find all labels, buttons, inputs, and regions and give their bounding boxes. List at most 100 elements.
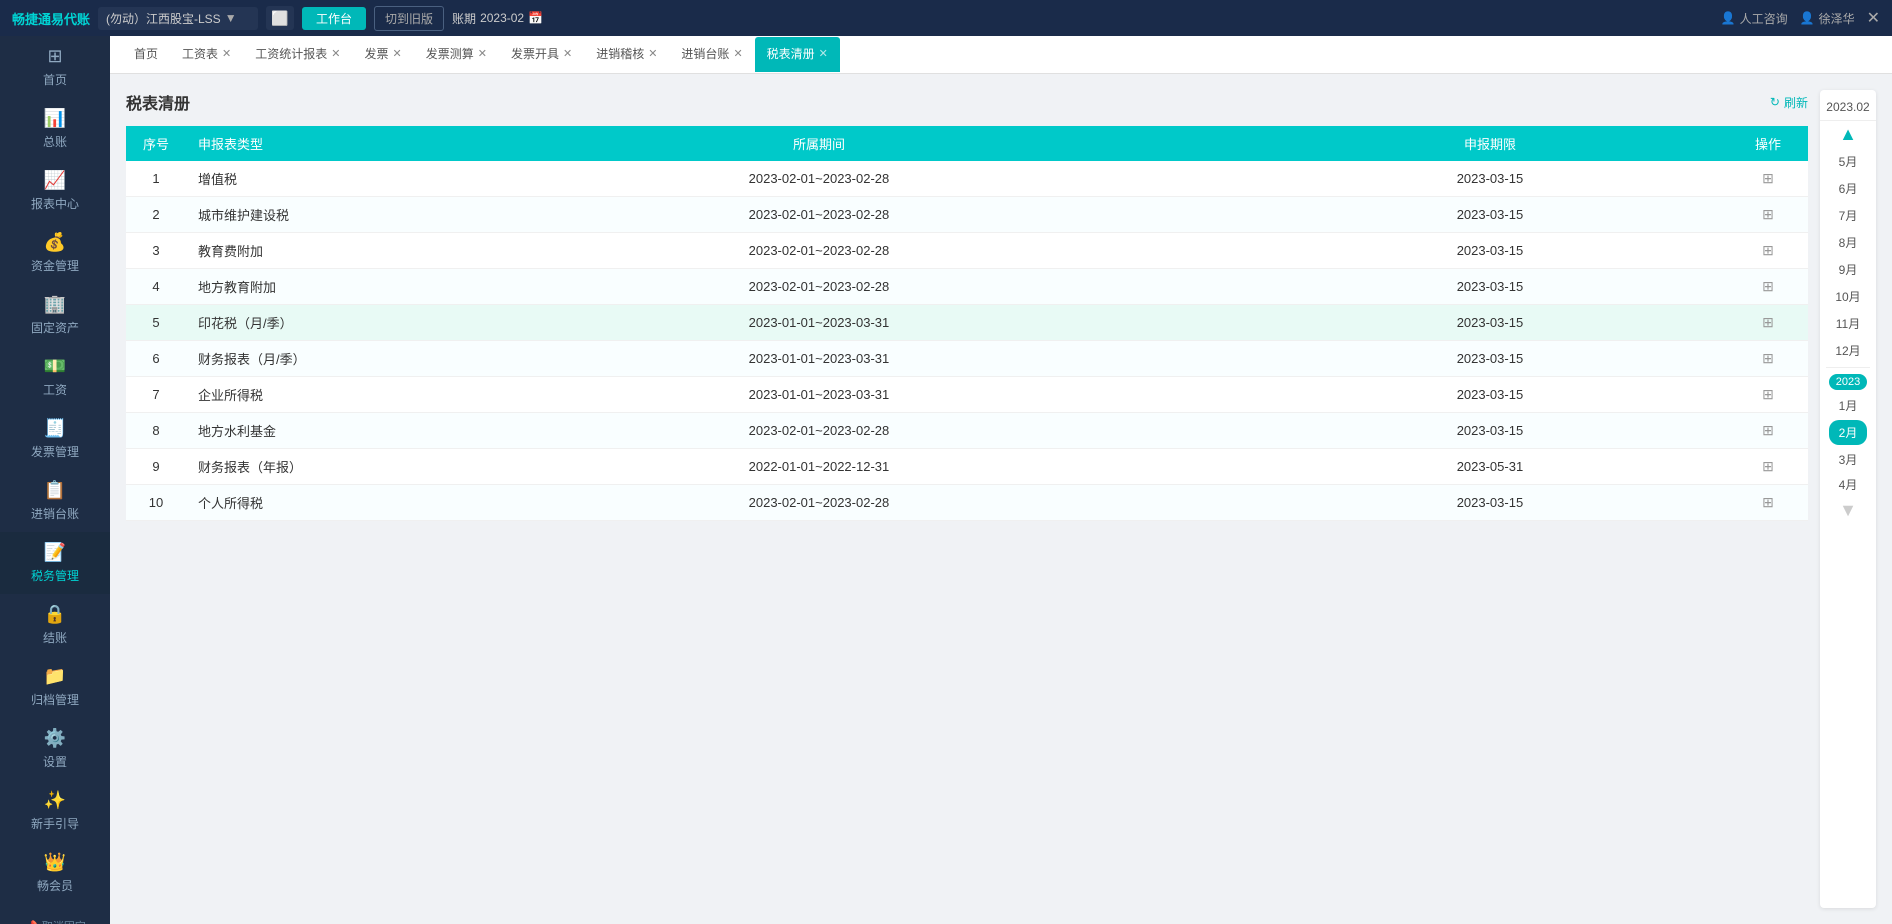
cell-action[interactable]: ⊞: [1728, 449, 1808, 485]
month-feb[interactable]: 2月: [1829, 420, 1867, 445]
workbench-button[interactable]: 工作台: [302, 7, 366, 30]
tab-invoice-open[interactable]: 发票开具 ✕: [499, 37, 584, 72]
cell-action[interactable]: ⊞: [1728, 233, 1808, 269]
month-apr[interactable]: 4月: [1820, 472, 1876, 497]
tab-salary-report[interactable]: 工资统计报表 ✕: [243, 37, 352, 72]
action-icon[interactable]: ⊞: [1762, 458, 1774, 474]
year-2023-label: 2023: [1829, 374, 1867, 390]
tab-home[interactable]: 首页: [122, 37, 170, 72]
action-icon[interactable]: ⊞: [1762, 170, 1774, 186]
action-icon[interactable]: ⊞: [1762, 494, 1774, 510]
month-sep[interactable]: 9月: [1820, 256, 1876, 283]
content-area: 首页 工资表 ✕ 工资统计报表 ✕ 发票 ✕ 发票测算 ✕ 发票开具 ✕: [110, 36, 1892, 924]
tab-purchase-check[interactable]: 进销稽核 ✕: [584, 37, 669, 72]
unpin-button[interactable]: 📌 取消固定: [4, 912, 106, 924]
tab-close-invoice-open[interactable]: ✕: [563, 47, 572, 60]
action-icon[interactable]: ⊞: [1762, 314, 1774, 330]
sidebar-item-vip[interactable]: 👑 畅会员: [0, 842, 110, 904]
user-profile-button[interactable]: 👤 徐泽华: [1800, 10, 1855, 27]
cell-action[interactable]: ⊞: [1728, 305, 1808, 341]
company-selector[interactable]: (勿动）江西股宝-LSS ▼: [98, 7, 258, 30]
sidebar-item-fund[interactable]: 💰 资金管理: [0, 222, 110, 284]
month-jun[interactable]: 6月: [1820, 175, 1876, 202]
table-row: 3教育费附加2023-02-01~2023-02-282023-03-15⊞: [126, 233, 1808, 269]
tab-close-tax-form[interactable]: ✕: [819, 47, 828, 60]
tab-close-purchase-ledger[interactable]: ✕: [733, 47, 742, 60]
tab-close-invoice[interactable]: ✕: [393, 47, 402, 60]
cell-action[interactable]: ⊞: [1728, 485, 1808, 521]
tab-salary-table[interactable]: 工资表 ✕: [170, 37, 243, 72]
month-mar[interactable]: 3月: [1820, 447, 1876, 472]
cell-action[interactable]: ⊞: [1728, 269, 1808, 305]
cell-deadline: 2023-03-15: [1252, 341, 1728, 377]
month-aug[interactable]: 8月: [1820, 229, 1876, 256]
sidebar-item-close[interactable]: 🔒 结账: [0, 594, 110, 656]
action-icon[interactable]: ⊞: [1762, 350, 1774, 366]
sidebar-item-reconcile[interactable]: 📋 进销台账: [0, 470, 110, 532]
panel-nav-up-button[interactable]: ▲: [1836, 121, 1860, 148]
cell-action[interactable]: ⊞: [1728, 161, 1808, 197]
sidebar-item-archive[interactable]: 📁 归档管理: [0, 656, 110, 718]
month-nov[interactable]: 11月: [1820, 310, 1876, 337]
cell-action[interactable]: ⊞: [1728, 341, 1808, 377]
vip-icon: 👑: [44, 852, 66, 873]
tab-close-salary-table[interactable]: ✕: [222, 47, 231, 60]
month-may[interactable]: 5月: [1820, 148, 1876, 175]
sidebar-item-report[interactable]: 📈 报表中心: [0, 160, 110, 222]
tab-close-purchase-check[interactable]: ✕: [648, 47, 657, 60]
cell-action[interactable]: ⊞: [1728, 377, 1808, 413]
sidebar-item-home[interactable]: ⊞ 首页: [0, 36, 110, 98]
tab-invoice[interactable]: 发票 ✕: [352, 37, 413, 72]
month-jul[interactable]: 7月: [1820, 202, 1876, 229]
cell-seq: 9: [126, 449, 186, 485]
switch-old-button[interactable]: 切到旧版: [374, 6, 444, 31]
tab-close-salary-report[interactable]: ✕: [331, 47, 340, 60]
top-bar: 畅捷通易代账 (勿动）江西股宝-LSS ▼ ⬜ 工作台 切到旧版 账期 2023…: [0, 0, 1892, 36]
sidebar-item-asset[interactable]: 🏢 固定资产: [0, 284, 110, 346]
sidebar-bottom: 📌 取消固定: [0, 904, 110, 924]
cell-seq: 8: [126, 413, 186, 449]
month-dec[interactable]: 12月: [1820, 337, 1876, 364]
table-row: 5印花税（月/季）2023-01-01~2023-03-312023-03-15…: [126, 305, 1808, 341]
month-jan[interactable]: 1月: [1820, 393, 1876, 418]
top-bar-right: 👤 人工咨询 👤 徐泽华 ✕: [1721, 8, 1880, 28]
app-logo: 畅捷通易代账: [12, 9, 90, 28]
cell-type: 财务报表（月/季）: [186, 341, 386, 377]
cell-seq: 10: [126, 485, 186, 521]
tab-purchase-ledger[interactable]: 进销台账 ✕: [669, 37, 754, 72]
close-window-button[interactable]: ✕: [1867, 8, 1880, 28]
cell-type: 教育费附加: [186, 233, 386, 269]
tab-tax-form[interactable]: 税表清册 ✕: [755, 37, 840, 72]
action-icon[interactable]: ⊞: [1762, 206, 1774, 222]
archive-icon: 📁: [44, 666, 66, 687]
cell-action[interactable]: ⊞: [1728, 197, 1808, 233]
sidebar-item-tax[interactable]: 📝 税务管理: [0, 532, 110, 594]
cell-action[interactable]: ⊞: [1728, 413, 1808, 449]
cell-type: 企业所得税: [186, 377, 386, 413]
tab-close-invoice-calc[interactable]: ✕: [478, 47, 487, 60]
cell-seq: 2: [126, 197, 186, 233]
cell-deadline: 2023-03-15: [1252, 377, 1728, 413]
cell-seq: 6: [126, 341, 186, 377]
tab-invoice-calc[interactable]: 发票测算 ✕: [414, 37, 499, 72]
action-icon[interactable]: ⊞: [1762, 242, 1774, 258]
sidebar-item-guide[interactable]: ✨ 新手引导: [0, 780, 110, 842]
action-icon[interactable]: ⊞: [1762, 386, 1774, 402]
sidebar-item-settings[interactable]: ⚙️ 设置: [0, 718, 110, 780]
right-panel: 2023.02 ▲ 5月 6月 7月 8月 9月 10月 11月 12月 202…: [1820, 90, 1876, 908]
sidebar-item-ledger[interactable]: 📊 总账: [0, 98, 110, 160]
copy-icon-btn[interactable]: ⬜: [266, 6, 294, 30]
sidebar-item-salary[interactable]: 💵 工资: [0, 346, 110, 408]
panel-nav-down-button[interactable]: ▼: [1836, 497, 1860, 524]
action-icon[interactable]: ⊞: [1762, 422, 1774, 438]
month-oct[interactable]: 10月: [1820, 283, 1876, 310]
close-books-icon: 🔒: [44, 604, 66, 625]
ai-consult-button[interactable]: 👤 人工咨询: [1721, 10, 1788, 27]
action-icon[interactable]: ⊞: [1762, 278, 1774, 294]
panel-divider: [1826, 367, 1871, 368]
table-row: 6财务报表（月/季）2023-01-01~2023-03-312023-03-1…: [126, 341, 1808, 377]
sidebar-item-invoice[interactable]: 🧾 发票管理: [0, 408, 110, 470]
ledger-icon: 📊: [44, 108, 66, 129]
refresh-button[interactable]: ↻ 刷新: [1770, 94, 1808, 111]
settings-icon: ⚙️: [44, 728, 66, 749]
